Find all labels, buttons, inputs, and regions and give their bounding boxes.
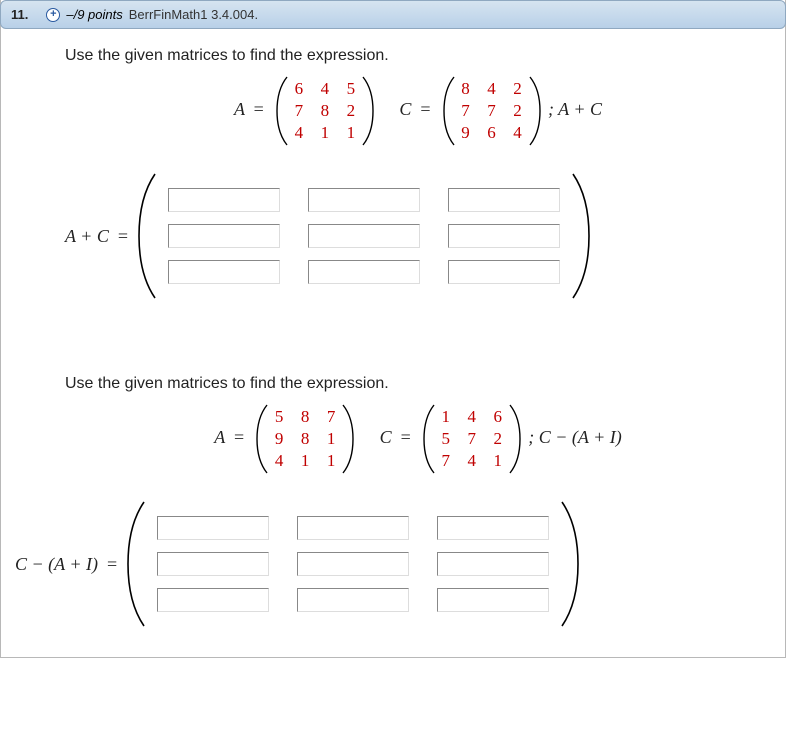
answer-cell-1-11[interactable] <box>308 224 420 248</box>
answer-cell-2-12[interactable] <box>437 552 549 576</box>
right-paren-icon <box>361 75 375 147</box>
left-paren-icon <box>275 75 289 147</box>
right-paren-icon <box>559 499 581 629</box>
answer-cell-2-00[interactable] <box>157 516 269 540</box>
prompt-text-1: Use the given matrices to find the expre… <box>65 47 771 65</box>
matrix-A-label: A <box>234 99 245 119</box>
answer-cell-1-22[interactable] <box>448 260 560 284</box>
answer-cell-1-20[interactable] <box>168 260 280 284</box>
answer-cell-1-12[interactable] <box>448 224 560 248</box>
question-header: 11. + –/9 points BerrFinMath1 3.4.004. <box>0 0 786 29</box>
answer-cell-1-01[interactable] <box>308 188 420 212</box>
answer-matrix-1 <box>136 171 592 301</box>
answer-cell-1-10[interactable] <box>168 224 280 248</box>
matrix-C-2: 146 572 741 <box>422 403 522 475</box>
answer-cell-2-20[interactable] <box>157 588 269 612</box>
answer-matrix-2 <box>125 499 581 629</box>
expand-icon[interactable]: + <box>46 8 60 22</box>
answer-cell-2-01[interactable] <box>297 516 409 540</box>
answer-cell-2-11[interactable] <box>297 552 409 576</box>
given-matrices-1: A = 645 782 411 C = 842 772 964 <box>65 75 771 147</box>
right-paren-icon <box>570 171 592 301</box>
left-paren-icon <box>255 403 269 475</box>
matrix-C-1: 842 772 964 <box>442 75 542 147</box>
question-source: BerrFinMath1 3.4.004. <box>129 7 258 22</box>
matrix-C-label: C <box>399 99 411 119</box>
right-paren-icon <box>341 403 355 475</box>
matrix-C-label-2: C <box>380 427 392 447</box>
answer-row-1: A + C = <box>65 171 771 301</box>
given-matrices-2: A = 587 981 411 C = 146 572 741 <box>65 403 771 475</box>
matrix-A-2: 587 981 411 <box>255 403 355 475</box>
prompt-text-2: Use the given matrices to find the expre… <box>65 375 771 393</box>
question-number: 11. <box>11 7 28 22</box>
answer-cell-1-00[interactable] <box>168 188 280 212</box>
answer-cell-2-02[interactable] <box>437 516 549 540</box>
expression-suffix-1: ; A + C <box>548 99 602 119</box>
answer-cell-2-22[interactable] <box>437 588 549 612</box>
points-label: –/9 points <box>66 7 122 22</box>
left-paren-icon <box>422 403 436 475</box>
answer-label-2: C − (A + I) = <box>15 554 117 575</box>
right-paren-icon <box>508 403 522 475</box>
left-paren-icon <box>442 75 456 147</box>
answer-label-1: A + C = <box>65 226 128 247</box>
matrix-A-1: 645 782 411 <box>275 75 375 147</box>
answer-cell-2-10[interactable] <box>157 552 269 576</box>
question-container: 11. + –/9 points BerrFinMath1 3.4.004. U… <box>0 0 786 658</box>
left-paren-icon <box>125 499 147 629</box>
right-paren-icon <box>528 75 542 147</box>
expression-suffix-2: ; C − (A + I) <box>528 427 621 447</box>
question-body: Use the given matrices to find the expre… <box>1 29 785 657</box>
answer-cell-1-21[interactable] <box>308 260 420 284</box>
left-paren-icon <box>136 171 158 301</box>
answer-cell-1-02[interactable] <box>448 188 560 212</box>
answer-row-2: C − (A + I) = <box>15 499 771 629</box>
answer-cell-2-21[interactable] <box>297 588 409 612</box>
matrix-A-label-2: A <box>214 427 225 447</box>
